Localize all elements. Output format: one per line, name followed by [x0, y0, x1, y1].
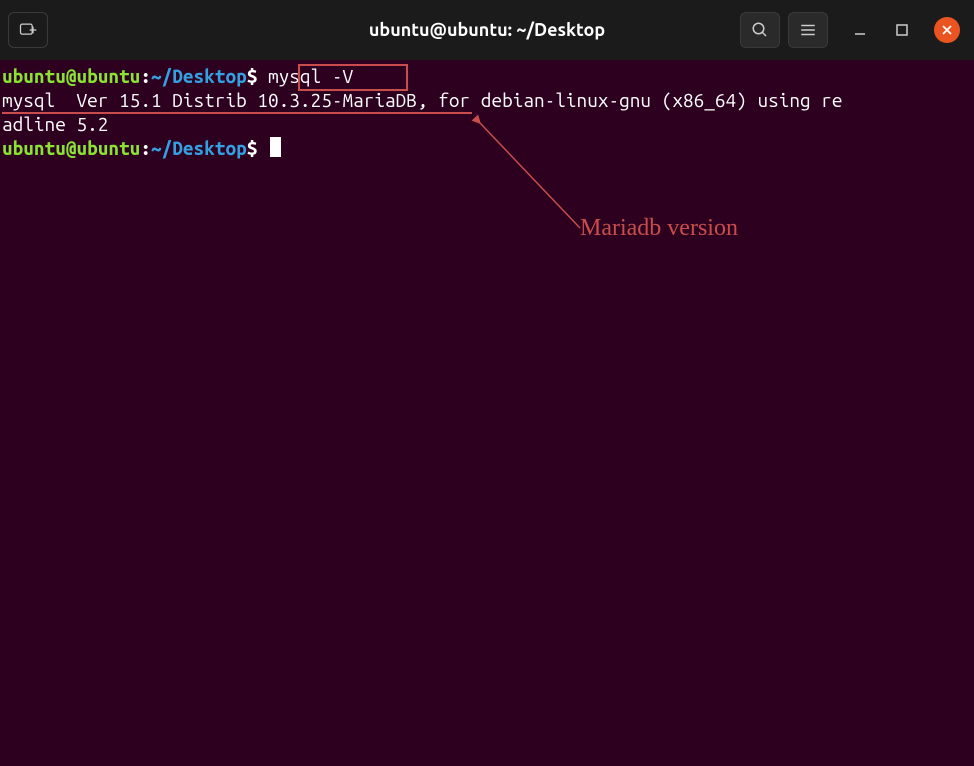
- prompt-path: ~/Desktop: [151, 65, 247, 87]
- hamburger-icon: [799, 21, 817, 39]
- prompt-colon: :: [140, 65, 151, 87]
- minimize-icon: [853, 23, 867, 37]
- prompt-user: ubuntu@ubuntu: [2, 65, 140, 87]
- prompt-path: ~/Desktop: [151, 137, 247, 159]
- prompt-symbol: $: [247, 65, 258, 87]
- window-controls: [850, 17, 960, 43]
- command-text: mysql -V: [268, 65, 353, 87]
- close-button[interactable]: [934, 17, 960, 43]
- output-line-2: adline 5.2: [2, 112, 972, 136]
- new-tab-button[interactable]: [8, 12, 48, 48]
- prompt-user: ubuntu@ubuntu: [2, 137, 140, 159]
- titlebar: ubuntu@ubuntu: ~/Desktop: [0, 0, 974, 60]
- maximize-icon: [895, 23, 909, 37]
- close-icon: [941, 24, 953, 36]
- titlebar-right: [740, 12, 966, 48]
- prompt-line-1: ubuntu@ubuntu:~/Desktop$ mysql -V: [2, 64, 972, 88]
- prompt-line-2: ubuntu@ubuntu:~/Desktop$: [2, 136, 972, 160]
- menu-button[interactable]: [788, 12, 828, 48]
- titlebar-left: [8, 12, 48, 48]
- search-icon: [751, 21, 769, 39]
- search-button[interactable]: [740, 12, 780, 48]
- annotation-label: Mariadb version: [580, 215, 738, 242]
- prompt-symbol: $: [247, 137, 258, 159]
- annotation-underline: [2, 112, 472, 114]
- cursor: [270, 137, 281, 157]
- prompt-colon: :: [140, 137, 151, 159]
- output-line-1: mysql Ver 15.1 Distrib 10.3.25-MariaDB, …: [2, 88, 972, 112]
- minimize-button[interactable]: [850, 20, 870, 40]
- window-title: ubuntu@ubuntu: ~/Desktop: [369, 20, 605, 40]
- maximize-button[interactable]: [892, 20, 912, 40]
- new-tab-icon: [18, 20, 38, 40]
